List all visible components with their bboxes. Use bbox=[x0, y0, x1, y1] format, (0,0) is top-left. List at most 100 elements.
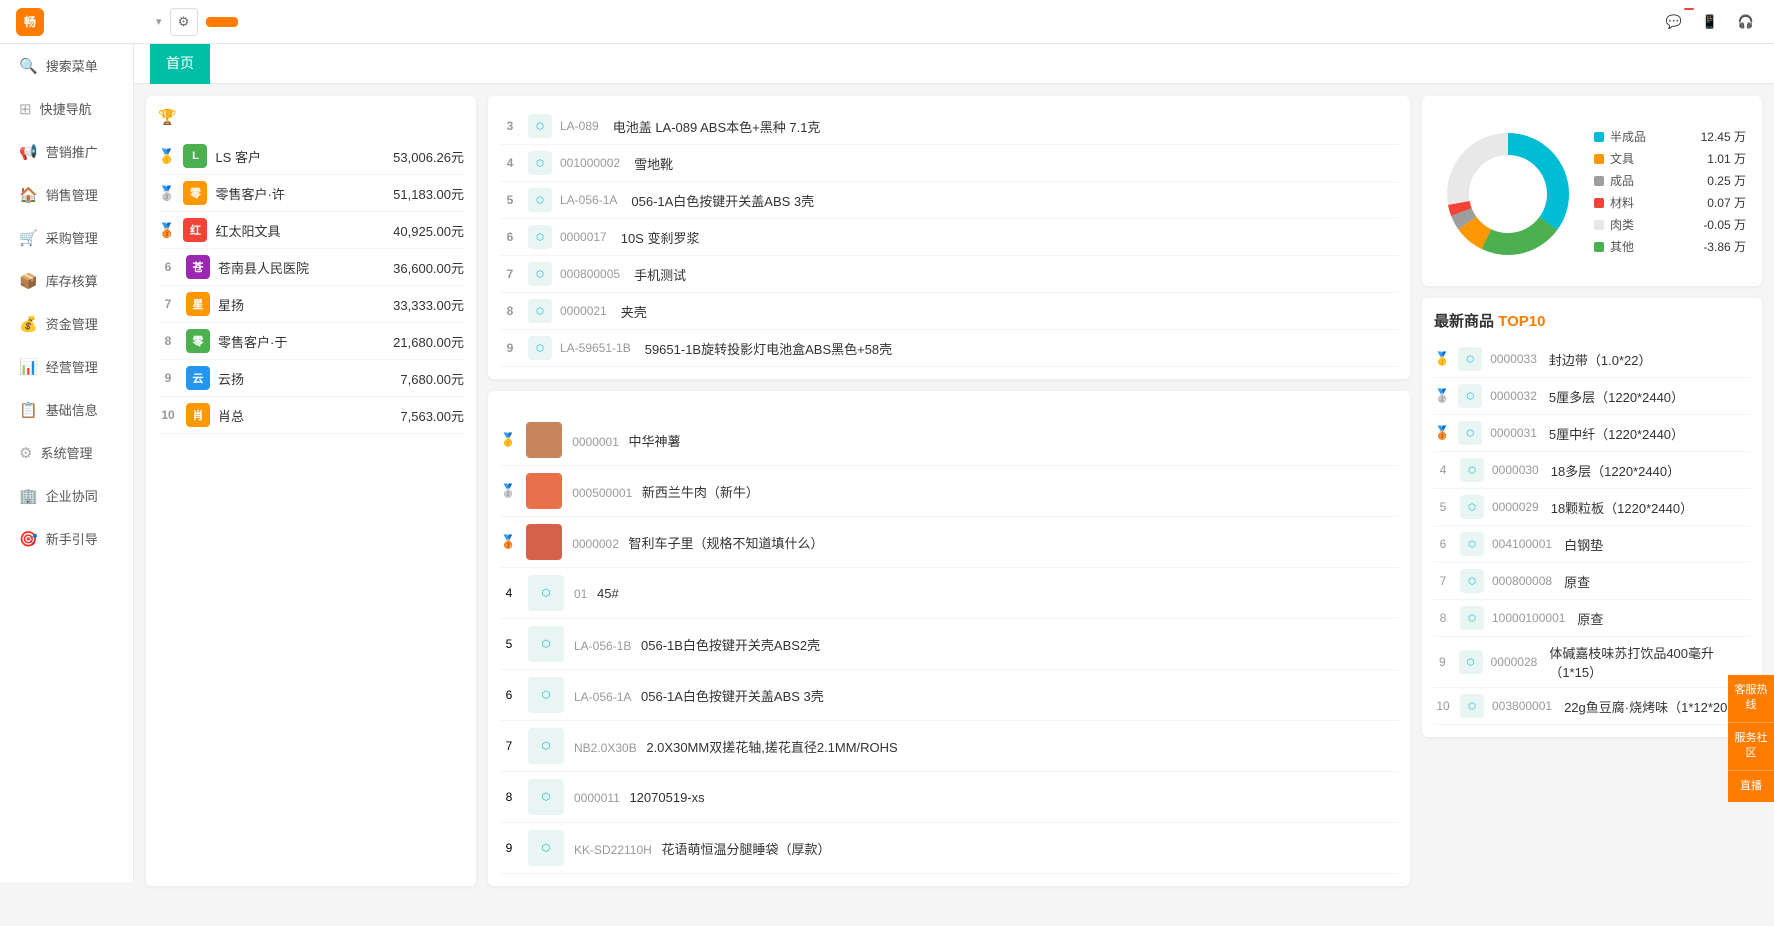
new-product-code: 003800001 bbox=[1492, 699, 1552, 713]
product-code: 0000017 bbox=[560, 230, 607, 244]
new-product-code: 10000100001 bbox=[1492, 611, 1565, 625]
sidebar-icon-inventory: 📦 bbox=[19, 272, 38, 290]
new-product-name: 22g鱼豆腐·烧烤味（1*12*20） bbox=[1564, 697, 1740, 716]
hot-product-code: 0000011 bbox=[574, 791, 620, 805]
product-rank-num: 4 bbox=[500, 156, 520, 170]
hot-products-panel: 🥇 0000001 中华神薯 🥈 000500001 新西兰牛肉（新牛） 🥉 0… bbox=[488, 391, 1410, 886]
donut-chart bbox=[1438, 124, 1578, 264]
new-product-row: 🥇 ⬡ 0000033 封边带（1.0*22） bbox=[1434, 341, 1750, 378]
new-product-name: 原查 bbox=[1577, 609, 1603, 628]
rank-row: 8 零 零售客户·于 21,680.00元 bbox=[158, 323, 464, 360]
new-rank-num: 6 bbox=[1434, 537, 1452, 551]
sidebar-icon-basic: 📋 bbox=[19, 401, 38, 419]
product-rank-num: 6 bbox=[500, 230, 520, 244]
sidebar-icon-purchase: 🛒 bbox=[19, 229, 38, 247]
sidebar-item-nav[interactable]: ⊞快捷导航 bbox=[0, 87, 133, 130]
product-rank-num: 7 bbox=[500, 739, 518, 753]
sidebar-label-nav: 快捷导航 bbox=[40, 99, 92, 118]
new-product-name: 体碱嘉枝味苏打饮品400毫升（1*15） bbox=[1549, 643, 1750, 681]
product-code: 000800005 bbox=[560, 267, 620, 281]
float-直播[interactable]: 直播 bbox=[1728, 771, 1774, 802]
rank-avatar: 星 bbox=[186, 292, 210, 316]
legend-value: 12.45 万 bbox=[1701, 128, 1746, 145]
sidebar-item-guide[interactable]: 🎯新手引导 bbox=[0, 517, 133, 560]
hot-product-code: 0000001 bbox=[572, 435, 619, 449]
online-service-button[interactable]: 🎧 bbox=[1738, 14, 1758, 30]
float-服务社区[interactable]: 服务社区 bbox=[1728, 723, 1774, 771]
product-icon: ⬡ bbox=[528, 299, 552, 323]
float-service: 客服热线服务社区直播 bbox=[1728, 675, 1774, 802]
sidebar-item-purchase[interactable]: 🛒 采购管理 bbox=[0, 216, 133, 259]
sidebar-item-basic[interactable]: 📋基础信息 bbox=[0, 388, 133, 431]
new-product-icon: ⬡ bbox=[1460, 694, 1484, 718]
legend-dot bbox=[1594, 154, 1604, 164]
sidebar-label-purchase: 采购管理 bbox=[46, 228, 98, 247]
sidebar-item-inventory[interactable]: 📦库存核算 bbox=[0, 259, 133, 302]
legend-value: -0.05 万 bbox=[1703, 216, 1746, 233]
product-rank-num: 5 bbox=[500, 637, 518, 651]
legend-value: 1.01 万 bbox=[1707, 150, 1746, 167]
new-rank-num: 5 bbox=[1434, 500, 1452, 514]
rank-value: 51,183.00元 bbox=[393, 184, 464, 203]
legend-name: 材料 bbox=[1610, 194, 1634, 211]
message-button[interactable]: 💬 bbox=[1665, 14, 1685, 30]
sidebar-item-system[interactable]: ⚙系统管理 bbox=[0, 431, 133, 474]
hot-product-name: 新西兰牛肉（新牛） bbox=[642, 485, 759, 500]
sidebar-item-marketing[interactable]: 📢营销推广 bbox=[0, 130, 133, 173]
system-selector[interactable]: ▾ bbox=[150, 15, 162, 28]
new-product-name: 18颗粒板（1220*2440） bbox=[1551, 498, 1693, 517]
product-ranking-panel: 3 ⬡ LA-089 电池盖 LA-089 ABS本色+黑种 7.1克 4 ⬡ … bbox=[488, 96, 1410, 379]
new-product-code: 0000033 bbox=[1490, 352, 1537, 366]
legend-dot bbox=[1594, 220, 1604, 230]
new-product-name: 5厘中纤（1220*2440） bbox=[1549, 424, 1684, 443]
settings-button[interactable]: ⚙ bbox=[170, 8, 198, 36]
new-product-row: 🥈 ⬡ 0000032 5厘多层（1220*2440） bbox=[1434, 378, 1750, 415]
new-product-icon: ⬡ bbox=[1460, 495, 1484, 519]
hot-product-code: 01 bbox=[574, 587, 587, 601]
sidebar-item-operation[interactable]: 📊经营管理 bbox=[0, 345, 133, 388]
product-code: LA-056-1A bbox=[560, 193, 617, 207]
product-image bbox=[526, 473, 562, 509]
legend-dot bbox=[1594, 198, 1604, 208]
tab-home[interactable]: 首页 bbox=[150, 44, 210, 84]
float-客服热线[interactable]: 客服热线 bbox=[1728, 675, 1774, 723]
new-product-code: 000800008 bbox=[1492, 574, 1552, 588]
logo-area: 畅 bbox=[16, 8, 150, 36]
product-name: 056-1A白色按键开关盖ABS 3壳 bbox=[631, 191, 814, 210]
product-rank-num: 6 bbox=[500, 688, 518, 702]
sidebar-item-cooperate[interactable]: 🏢企业协同 bbox=[0, 474, 133, 517]
product-rank-num: 4 bbox=[500, 586, 518, 600]
legend-name: 其他 bbox=[1610, 238, 1634, 255]
sidebar-item-finance[interactable]: 💰资金管理 bbox=[0, 302, 133, 345]
sidebar-item-sales[interactable]: 🏠销售管理 bbox=[0, 173, 133, 216]
sidebar-label-search: 搜索菜单 bbox=[46, 56, 98, 75]
rank-value: 53,006.26元 bbox=[393, 147, 464, 166]
message-icon: 💬 bbox=[1665, 14, 1681, 30]
product-icon: ⬡ bbox=[528, 225, 552, 249]
rank-value: 40,925.00元 bbox=[393, 221, 464, 240]
product-name: 手机测试 bbox=[634, 265, 686, 284]
product-image: ⬡ bbox=[528, 830, 564, 866]
rank-row: 6 苍 苍南县人民医院 36,600.00元 bbox=[158, 249, 464, 286]
trial-button[interactable] bbox=[206, 17, 238, 27]
product-name: 雪地靴 bbox=[634, 154, 673, 173]
sidebar-icon-operation: 📊 bbox=[19, 358, 38, 376]
hot-product-code: LA-056-1A bbox=[574, 690, 631, 704]
legend-item: 其他 -3.86 万 bbox=[1594, 238, 1746, 255]
legend-dot bbox=[1594, 176, 1604, 186]
sidebar-icon-finance: 💰 bbox=[19, 315, 38, 333]
app-download-button[interactable]: 📱 bbox=[1702, 14, 1722, 30]
sidebar-item-search[interactable]: 🔍搜索菜单 bbox=[0, 44, 133, 87]
rank-avatar: 红 bbox=[183, 218, 207, 242]
rank-value: 33,333.00元 bbox=[393, 295, 464, 314]
hot-product-code: 000500001 bbox=[572, 486, 632, 500]
product-code: LA-089 bbox=[560, 119, 599, 133]
product-code: 0000021 bbox=[560, 304, 607, 318]
legend-item: 文具 1.01 万 bbox=[1594, 150, 1746, 167]
new-product-code: 0000028 bbox=[1491, 655, 1538, 669]
rank-value: 21,680.00元 bbox=[393, 332, 464, 351]
product-icon: ⬡ bbox=[528, 151, 552, 175]
hot-product-name: 12070519-xs bbox=[629, 790, 704, 805]
product-name: 夹壳 bbox=[621, 302, 647, 321]
sidebar-label-guide: 新手引导 bbox=[46, 529, 98, 548]
